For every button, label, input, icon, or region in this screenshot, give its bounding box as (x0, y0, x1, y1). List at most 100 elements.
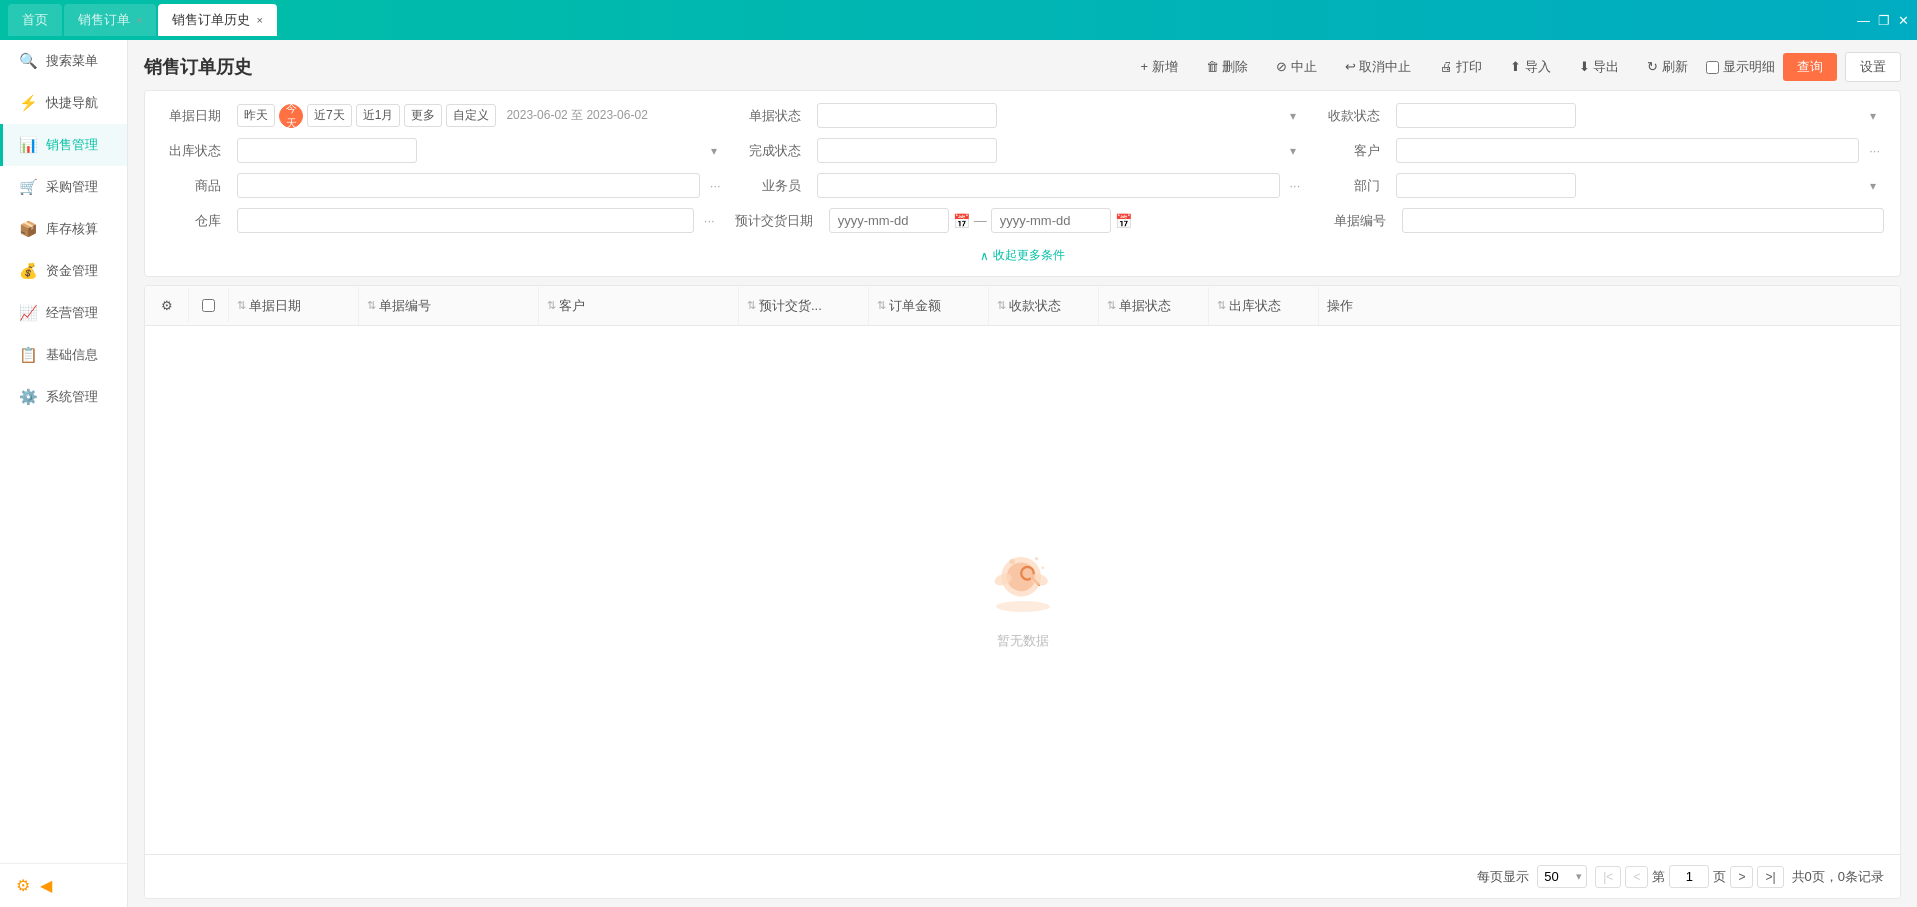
th-date-sort-icon[interactable]: ⇅ (237, 299, 246, 312)
sidebar-collapse-icon[interactable]: ◀ (40, 876, 52, 895)
date-yesterday-btn[interactable]: 昨天 (237, 104, 275, 127)
settings-button-label: 设置 (1860, 59, 1886, 74)
page-input[interactable] (1669, 865, 1709, 888)
select-all-checkbox[interactable] (202, 299, 215, 312)
tab-sales-order[interactable]: 销售订单 × (64, 4, 156, 36)
sidebar-item-basic-info[interactable]: 📋 基础信息 (0, 334, 127, 376)
salesperson-dots[interactable]: ··· (1286, 178, 1305, 193)
window-close-btn[interactable]: ✕ (1898, 13, 1909, 28)
last-page-btn[interactable]: >| (1757, 866, 1783, 888)
th-wh-status-sort-icon[interactable]: ⇅ (1217, 299, 1226, 312)
order-no-field (1402, 208, 1884, 233)
export-button[interactable]: ⬇ 导出 (1569, 53, 1630, 81)
delivery-date-to-calendar-icon[interactable]: 📅 (1115, 213, 1132, 229)
display-detail-input[interactable] (1706, 61, 1719, 74)
product-label: 商品 (161, 177, 221, 195)
th-amount-label: 订单金额 (889, 297, 941, 315)
receipt-status-select[interactable] (1396, 103, 1576, 128)
customer-input[interactable] (1396, 138, 1859, 163)
th-no: ⇅ 单据编号 (359, 287, 539, 325)
svg-point-8 (1034, 557, 1038, 561)
delivery-date-from-calendar-icon[interactable]: 📅 (953, 213, 970, 229)
filter-collapse-btn[interactable]: ∧ 收起更多条件 (161, 243, 1884, 264)
refresh-button[interactable]: ↻ 刷新 (1637, 53, 1698, 81)
date-7days-btn[interactable]: 近7天 (307, 104, 352, 127)
salesperson-label: 业务员 (741, 177, 801, 195)
th-check[interactable] (189, 289, 229, 322)
settings-button[interactable]: 设置 (1845, 52, 1901, 82)
svg-point-0 (996, 601, 1050, 612)
collapse-label: 收起更多条件 (993, 247, 1065, 264)
delivery-date-to[interactable] (991, 208, 1111, 233)
sidebar-item-inventory-check[interactable]: 📦 库存核算 (0, 208, 127, 250)
th-action: 操作 (1319, 287, 1900, 325)
svg-point-9 (1041, 566, 1044, 569)
delivery-date-from[interactable] (829, 208, 949, 233)
th-wh-status: ⇅ 出库状态 (1209, 287, 1319, 325)
tab-sales-order-history[interactable]: 销售订单历史 × (158, 4, 276, 36)
th-customer-sort-icon[interactable]: ⇅ (547, 299, 556, 312)
date-today-btn[interactable]: 今天 (279, 104, 303, 128)
print-button[interactable]: 🖨 打印 (1430, 53, 1493, 81)
dept-select[interactable] (1396, 173, 1576, 198)
sidebar-item-ops-mgmt[interactable]: 📈 经营管理 (0, 292, 127, 334)
window-restore-btn[interactable]: ❐ (1878, 13, 1890, 28)
settings-gear-icon[interactable]: ⚙ (161, 298, 173, 313)
th-order-status-sort-icon[interactable]: ⇅ (1107, 299, 1116, 312)
quick-nav-icon: ⚡ (19, 94, 38, 112)
product-dots[interactable]: ··· (706, 178, 725, 193)
tab-sales-order-history-close[interactable]: × (256, 14, 262, 26)
th-receipt-status-sort-icon[interactable]: ⇅ (997, 299, 1006, 312)
stop-button[interactable]: ⊘ 中止 (1266, 53, 1327, 81)
th-no-sort-icon[interactable]: ⇅ (367, 299, 376, 312)
per-page-select[interactable]: 10 20 50 100 (1537, 865, 1587, 888)
salesperson-input[interactable] (817, 173, 1280, 198)
import-button[interactable]: ⬆ 导入 (1500, 53, 1561, 81)
empty-state-icon (978, 530, 1068, 620)
customer-dots[interactable]: ··· (1865, 143, 1884, 158)
completion-status-select[interactable] (817, 138, 997, 163)
sidebar-item-purchase-mgmt[interactable]: 🛒 采购管理 (0, 166, 127, 208)
sidebar-item-capital-mgmt[interactable]: 💰 资金管理 (0, 250, 127, 292)
display-detail-checkbox[interactable]: 显示明细 (1706, 58, 1775, 76)
page-label: 第 (1652, 868, 1665, 886)
th-date: ⇅ 单据日期 (229, 287, 359, 325)
stop-button-label: ⊘ 中止 (1276, 58, 1317, 76)
warehouse-input[interactable] (237, 208, 694, 233)
cancel-stop-button[interactable]: ↩ 取消中止 (1335, 53, 1422, 81)
warehouse-dots[interactable]: ··· (700, 213, 719, 228)
window-minimize-btn[interactable]: — (1857, 13, 1870, 28)
th-amount-sort-icon[interactable]: ⇅ (877, 299, 886, 312)
order-no-input[interactable] (1402, 208, 1884, 233)
tab-sales-order-close[interactable]: × (136, 14, 142, 26)
product-input[interactable] (237, 173, 700, 198)
first-page-btn[interactable]: |< (1595, 866, 1621, 888)
prev-page-btn[interactable]: < (1625, 866, 1648, 888)
date-quick-btns: 昨天 今天 近7天 近1月 更多 (237, 104, 496, 128)
next-page-btn[interactable]: > (1730, 866, 1753, 888)
th-delivery-sort-icon[interactable]: ⇅ (747, 299, 756, 312)
th-date-label: 单据日期 (249, 297, 301, 315)
sidebar-settings-icon[interactable]: ⚙ (16, 876, 30, 895)
sidebar-item-sales-mgmt[interactable]: 📊 销售管理 (0, 124, 127, 166)
new-button[interactable]: + 新增 (1130, 53, 1187, 81)
pagination-nav: |< < 第 页 > >| (1595, 865, 1783, 888)
delete-button[interactable]: 🗑 删除 (1196, 53, 1259, 81)
th-receipt-status-label: 收款状态 (1009, 297, 1061, 315)
sidebar-item-quick-nav[interactable]: ⚡ 快捷导航 (0, 82, 127, 124)
th-settings[interactable]: ⚙ (145, 288, 189, 323)
date-custom-btn[interactable]: 自定义 (446, 104, 496, 127)
tab-home[interactable]: 首页 (8, 4, 62, 36)
query-button[interactable]: 查询 (1783, 53, 1837, 81)
topbar-right: — ❐ ✕ (1857, 13, 1909, 28)
order-status-field (817, 103, 1305, 128)
date-more-btn[interactable]: 更多 (404, 104, 442, 127)
sidebar-item-inventory-check-label: 库存核算 (46, 220, 98, 238)
date-1month-btn[interactable]: 近1月 (356, 104, 401, 127)
search-menu-icon: 🔍 (19, 52, 38, 70)
th-action-label: 操作 (1327, 297, 1353, 315)
warehouse-status-select[interactable] (237, 138, 417, 163)
sidebar-item-sys-mgmt[interactable]: ⚙️ 系统管理 (0, 376, 127, 418)
order-status-select[interactable] (817, 103, 997, 128)
sidebar-item-search-menu[interactable]: 🔍 搜索菜单 (0, 40, 127, 82)
